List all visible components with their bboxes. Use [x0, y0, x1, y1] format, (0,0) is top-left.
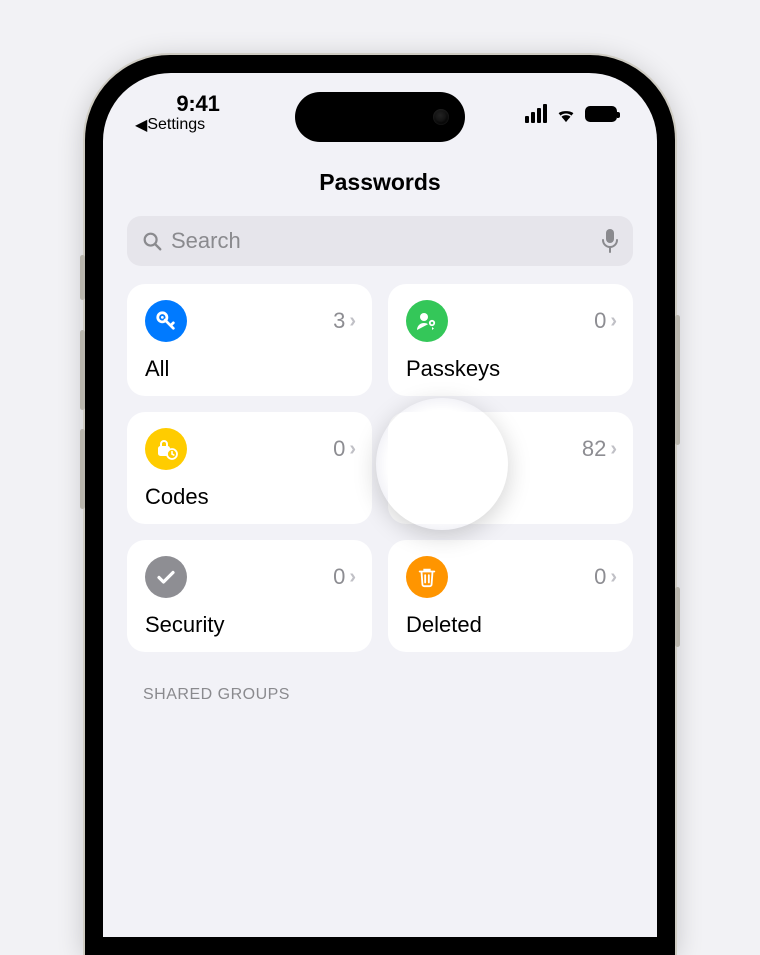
back-caret-icon: ◀︎ — [135, 115, 147, 135]
dynamic-island — [295, 92, 465, 142]
back-to-settings-link[interactable]: ◀︎ Settings — [135, 115, 205, 135]
category-label: Codes — [145, 484, 356, 510]
category-deleted[interactable]: 0 › Deleted — [388, 540, 633, 652]
category-label: All — [145, 356, 356, 382]
cellular-signal-icon — [525, 104, 547, 123]
search-container — [103, 216, 657, 284]
search-input[interactable] — [171, 228, 593, 254]
status-right — [525, 104, 617, 123]
volume-down-button — [80, 429, 85, 509]
status-time: 9:41 — [176, 91, 219, 117]
count-row: 0 › — [594, 308, 617, 334]
checkmark-icon — [145, 556, 187, 598]
header: Passwords — [103, 139, 657, 216]
back-label: Settings — [147, 116, 205, 134]
person-key-icon — [406, 300, 448, 342]
category-wifi[interactable]: Wi-Fi 82 › Wi-Fi — [388, 412, 633, 524]
chevron-right-icon: › — [349, 438, 356, 461]
power-button — [675, 315, 680, 445]
phone-frame: 9:41 ◀︎ Settings Passwords — [85, 55, 675, 955]
category-label: Security — [145, 612, 356, 638]
count-value: 0 — [333, 564, 345, 590]
status-left: 9:41 ◀︎ Settings — [143, 91, 253, 135]
category-grid: 3 › All 0 › Passkeys — [103, 284, 657, 652]
category-all[interactable]: 3 › All — [127, 284, 372, 396]
count-value: 3 — [333, 308, 345, 334]
chevron-right-icon: › — [610, 438, 617, 461]
count-row: 3 › — [333, 308, 356, 334]
count-value: 82 — [582, 436, 606, 462]
lock-clock-icon — [145, 428, 187, 470]
volume-up-button — [80, 330, 85, 410]
search-icon — [141, 230, 163, 252]
category-label: Passkeys — [406, 356, 617, 382]
chevron-right-icon: › — [610, 566, 617, 589]
count-row: 0 › — [594, 564, 617, 590]
chevron-right-icon: › — [349, 310, 356, 333]
category-label: Deleted — [406, 612, 617, 638]
wifi-highlight-circle: Wi-Fi — [376, 398, 508, 530]
chevron-right-icon: › — [610, 310, 617, 333]
mute-switch — [80, 255, 85, 300]
action-button — [675, 587, 680, 647]
count-row: 82 › — [582, 436, 617, 462]
shared-groups-header: SHARED GROUPS — [103, 652, 657, 704]
search-field[interactable] — [127, 216, 633, 266]
category-security[interactable]: 0 › Security — [127, 540, 372, 652]
count-row: 0 › — [333, 436, 356, 462]
chevron-right-icon: › — [349, 566, 356, 589]
battery-icon — [585, 106, 617, 122]
count-value: 0 — [594, 308, 606, 334]
screen: 9:41 ◀︎ Settings Passwords — [103, 73, 657, 937]
key-icon — [145, 300, 187, 342]
category-passkeys[interactable]: 0 › Passkeys — [388, 284, 633, 396]
count-value: 0 — [594, 564, 606, 590]
category-codes[interactable]: 0 › Codes — [127, 412, 372, 524]
count-row: 0 › — [333, 564, 356, 590]
trash-icon — [406, 556, 448, 598]
microphone-icon[interactable] — [601, 228, 619, 254]
page-title: Passwords — [103, 169, 657, 196]
count-value: 0 — [333, 436, 345, 462]
wifi-status-icon — [555, 105, 577, 123]
